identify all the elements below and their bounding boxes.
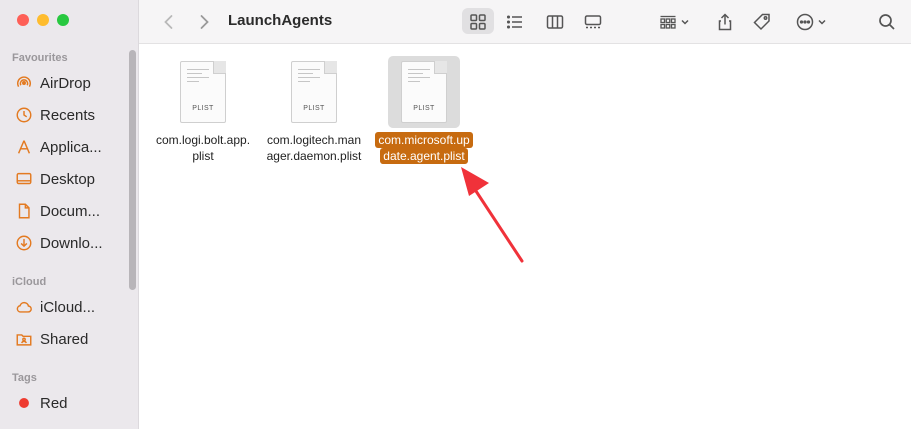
- column-view-button[interactable]: [541, 0, 569, 44]
- cloud-icon: [14, 298, 33, 317]
- chevron-left-icon: [164, 15, 173, 29]
- close-window-button[interactable]: [17, 14, 29, 26]
- sidebar-section-icloud: iCloud: [12, 276, 47, 288]
- chevron-down-icon: [681, 19, 689, 25]
- plist-file-icon: PLIST: [291, 61, 337, 123]
- back-button[interactable]: [157, 0, 181, 44]
- group-by-button[interactable]: [654, 0, 694, 44]
- list-view-icon: [506, 15, 522, 29]
- file-name[interactable]: com.logi.bolt.app. plist: [156, 132, 250, 164]
- download-icon: [14, 234, 33, 253]
- file-thumbnail[interactable]: PLIST: [167, 56, 239, 128]
- plist-file-icon: PLIST: [180, 61, 226, 123]
- gallery-view-icon: [584, 15, 602, 29]
- sidebar-item-label: Red: [40, 394, 68, 412]
- file-thumbnail[interactable]: PLIST: [388, 56, 460, 128]
- sidebar-item-label: Shared: [40, 330, 89, 348]
- window-title: LaunchAgents: [228, 12, 333, 29]
- file-extension-label: PLIST: [413, 105, 435, 112]
- group-grid-icon: [660, 15, 676, 29]
- tag-button[interactable]: [750, 0, 774, 44]
- plist-file-icon: PLIST: [401, 61, 447, 123]
- file-item[interactable]: PLIST com.logi.bolt.app. plist: [143, 56, 263, 164]
- sidebar-item-label: AirDrop: [40, 74, 91, 92]
- ellipsis-circle-icon: [796, 13, 814, 31]
- sidebar-section-favourites: Favourites: [12, 52, 68, 64]
- zoom-window-button[interactable]: [57, 14, 69, 26]
- more-actions-button[interactable]: [791, 0, 831, 44]
- minimize-window-button[interactable]: [37, 14, 49, 26]
- sidebar-item-documents[interactable]: Docum...: [0, 198, 128, 224]
- file-name[interactable]: com.logitech.man ager.daemon.plist: [267, 132, 362, 164]
- red-tag-dot: [14, 394, 33, 413]
- file-item-selected[interactable]: PLIST com.microsoft.up date.agent.plist: [364, 56, 484, 164]
- tag-icon: [753, 13, 770, 31]
- applications-icon: [14, 138, 33, 157]
- airdrop-icon: [14, 74, 33, 93]
- icon-view-button[interactable]: [464, 0, 492, 44]
- sidebar-item-applications[interactable]: Applica...: [0, 134, 128, 160]
- sidebar-item-tag-red[interactable]: Red: [0, 390, 128, 416]
- file-thumbnail[interactable]: PLIST: [278, 56, 350, 128]
- sidebar: Favourites AirDrop Recents Applica... De…: [0, 0, 139, 429]
- sidebar-item-label: Applica...: [40, 138, 102, 156]
- list-view-button[interactable]: [501, 0, 529, 44]
- file-extension-label: PLIST: [192, 105, 214, 112]
- shared-folder-icon: [14, 330, 33, 349]
- sidebar-item-label: Desktop: [40, 170, 96, 188]
- forward-button[interactable]: [192, 0, 216, 44]
- sidebar-item-recents[interactable]: Recents: [0, 102, 128, 128]
- sidebar-item-label: Downlo...: [40, 234, 103, 252]
- sidebar-item-desktop[interactable]: Desktop: [0, 166, 128, 192]
- chevron-right-icon: [200, 15, 209, 29]
- column-view-icon: [546, 15, 564, 29]
- sidebar-item-label: Docum...: [40, 202, 101, 220]
- desktop-icon: [14, 170, 33, 189]
- sidebar-scrollbar[interactable]: [129, 50, 136, 290]
- file-name[interactable]: com.microsoft.up date.agent.plist: [375, 132, 473, 164]
- search-button[interactable]: [875, 0, 899, 44]
- search-icon: [879, 14, 895, 30]
- gallery-view-button[interactable]: [579, 0, 607, 44]
- sidebar-item-icloud-drive[interactable]: iCloud...: [0, 294, 128, 320]
- sidebar-item-shared[interactable]: Shared: [0, 326, 128, 352]
- document-icon: [14, 202, 33, 221]
- sidebar-item-downloads[interactable]: Downlo...: [0, 230, 128, 256]
- toolbar: LaunchAgents: [139, 0, 911, 44]
- sidebar-item-label: iCloud...: [40, 298, 96, 316]
- file-extension-label: PLIST: [303, 105, 325, 112]
- chevron-down-icon: [818, 19, 826, 25]
- sidebar-item-label: Recents: [40, 106, 96, 124]
- sidebar-item-airdrop[interactable]: AirDrop: [0, 70, 128, 96]
- window-controls: [17, 14, 69, 26]
- sidebar-section-tags: Tags: [12, 372, 37, 384]
- clock-icon: [14, 106, 33, 125]
- file-item[interactable]: PLIST com.logitech.man ager.daemon.plist: [254, 56, 374, 164]
- share-button[interactable]: [713, 0, 737, 44]
- share-icon: [718, 13, 732, 31]
- grid-view-icon: [470, 14, 486, 30]
